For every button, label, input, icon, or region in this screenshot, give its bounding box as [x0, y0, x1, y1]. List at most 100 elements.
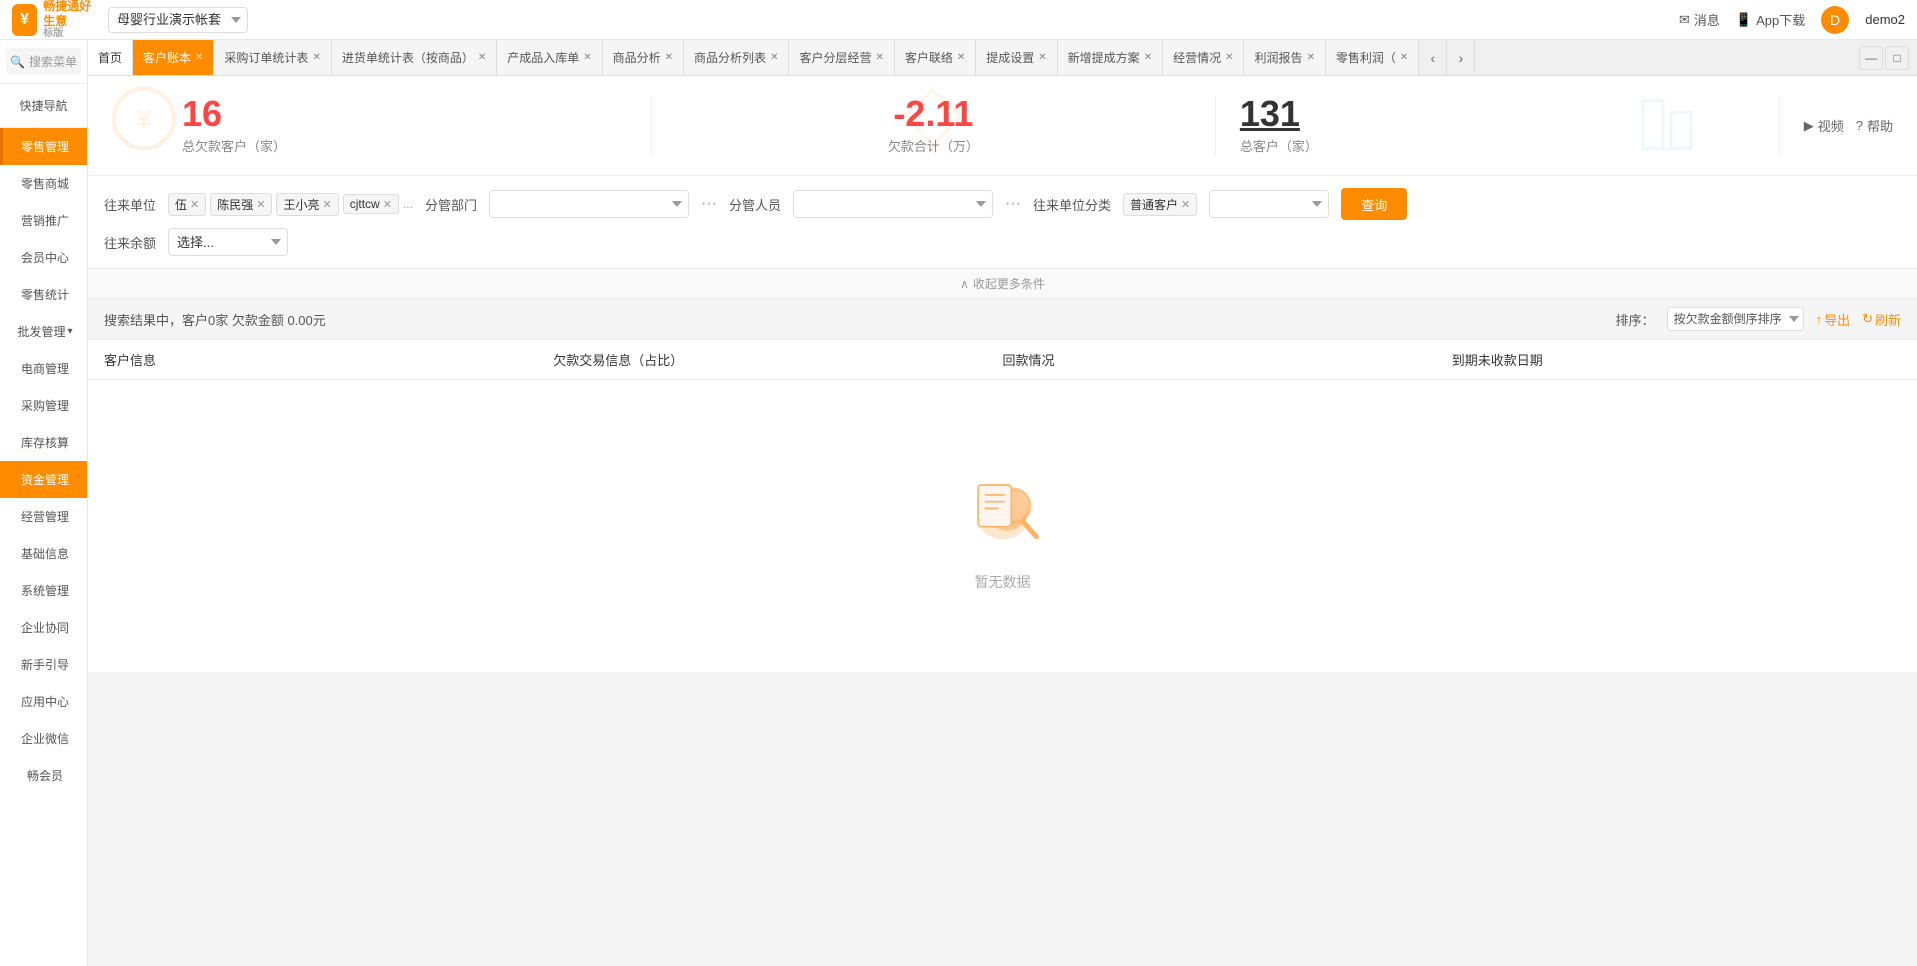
table-empty-state: 暂无数据 [88, 380, 1917, 672]
table-header: 客户信息 欠款交易信息（占比） 回款情况 到期未收款日期 [88, 340, 1917, 380]
query-button[interactable]: 查询 [1341, 188, 1407, 220]
tag-remove-icon[interactable]: ✕ [1181, 198, 1190, 211]
sidebar-item-label: 企业协同 [21, 621, 69, 635]
balance-filter-select[interactable]: 选择... [168, 228, 288, 256]
collapse-label: 收起更多条件 [973, 275, 1045, 292]
sidebar-item-batch-mgmt[interactable]: 批发管理 ▾ [0, 313, 87, 350]
sidebar-item-retail-mgmt[interactable]: 零售管理 [0, 128, 87, 165]
sidebar-item-retail-stats[interactable]: 零售统计 [0, 276, 87, 313]
filter-tag-wang: 王小亮 ✕ [276, 193, 338, 216]
filter-more-dots[interactable]: ... [403, 197, 413, 211]
unit-category-select[interactable] [1209, 190, 1329, 218]
tab-close-icon[interactable]: ✕ [1038, 52, 1046, 63]
sidebar-item-capital-mgmt[interactable]: 资金管理 [0, 461, 87, 498]
tab-close-icon[interactable]: ✕ [665, 52, 673, 63]
tab-customer-segment[interactable]: 客户分层经营 ✕ [789, 40, 894, 75]
tab-product-analysis[interactable]: 商品分析 ✕ [603, 40, 684, 75]
tab-close-icon[interactable]: ✕ [1307, 52, 1315, 63]
tab-close-icon[interactable]: ✕ [312, 52, 320, 63]
tab-close-icon[interactable]: ✕ [770, 52, 778, 63]
tab-maximize-button[interactable]: □ [1885, 46, 1909, 70]
sort-select[interactable]: 按欠款金额倒序排序 [1667, 307, 1804, 331]
video-link[interactable]: ▶ 视频 [1804, 116, 1844, 135]
tab-close-icon[interactable]: ✕ [875, 52, 883, 63]
question-icon: ? [1856, 118, 1863, 133]
tag-value: 陈民强 [217, 196, 253, 213]
tab-close-icon[interactable]: ✕ [957, 52, 965, 63]
refresh-button[interactable]: ↻ 刷新 [1862, 310, 1901, 329]
tag-remove-icon[interactable]: ✕ [256, 198, 265, 211]
tab-purchase-order-stats[interactable]: 采购订单统计表 ✕ [214, 40, 331, 75]
message-button[interactable]: ✉ 消息 [1679, 10, 1720, 29]
sidebar-item-purchase-mgmt[interactable]: 采购管理 [0, 387, 87, 424]
person-filter-select[interactable] [793, 190, 993, 218]
tab-prev-button[interactable]: ‹ [1419, 40, 1447, 75]
dept-filter-select[interactable] [489, 190, 689, 218]
tab-close-icon[interactable]: ✕ [583, 52, 591, 63]
app-download-button[interactable]: 📱 App下载 [1736, 10, 1805, 29]
tab-minimize-button[interactable]: — [1859, 46, 1883, 70]
tab-close-icon[interactable]: ✕ [1225, 52, 1233, 63]
sidebar-item-label: 系统管理 [21, 584, 69, 598]
sidebar-item-marketing[interactable]: 营销推广 [0, 202, 87, 239]
tab-tips-settings[interactable]: 提成设置 ✕ [976, 40, 1057, 75]
tab-customer-ledger[interactable]: 客户账本 ✕ [133, 40, 214, 75]
tag-remove-icon[interactable]: ✕ [190, 198, 199, 211]
tab-close-icon[interactable]: ✕ [195, 52, 203, 63]
sidebar-item-new-guide[interactable]: 新手引导 [0, 646, 87, 683]
app-download-label: App下载 [1756, 10, 1805, 29]
tag-remove-icon[interactable]: ✕ [383, 198, 392, 211]
sidebar-item-label: 资金管理 [21, 473, 69, 487]
quick-nav-button[interactable]: 快捷导航 [6, 92, 81, 119]
tab-close-icon[interactable]: ✕ [1144, 52, 1152, 63]
sidebar-item-enterprise[interactable]: 企业协同 [0, 609, 87, 646]
sidebar-item-label: 会员中心 [21, 251, 69, 265]
tab-close-icon[interactable]: ✕ [478, 52, 486, 63]
export-label: 导出 [1824, 310, 1850, 329]
collapse-button[interactable]: ∧ 收起更多条件 [960, 275, 1045, 292]
sidebar-item-label: 零售统计 [21, 288, 69, 302]
tab-purchase-stats[interactable]: 进货单统计表（按商品） ✕ [332, 40, 497, 75]
collapse-bar: ∧ 收起更多条件 [88, 269, 1917, 299]
tab-bar-actions: — □ [1851, 40, 1917, 75]
content-area: 首页 客户账本 ✕ 采购订单统计表 ✕ 进货单统计表（按商品） ✕ 产成品入库单… [88, 40, 1917, 966]
sidebar-item-ops-mgmt[interactable]: 经营管理 [0, 498, 87, 535]
workspace-selector[interactable]: 母婴行业演示帐套 [100, 7, 1679, 33]
sidebar-item-enterprise-wechat[interactable]: 企业微信 [0, 720, 87, 757]
sidebar-item-sys-mgmt[interactable]: 系统管理 [0, 572, 87, 609]
tab-label: 新增提成方案 [1068, 49, 1140, 66]
tab-product-storage[interactable]: 产成品入库单 ✕ [497, 40, 602, 75]
data-table: 客户信息 欠款交易信息（占比） 回款情况 到期未收款日期 [88, 340, 1917, 672]
svg-text:D: D [1830, 12, 1840, 28]
sidebar-item-ecomm-mgmt[interactable]: 电商管理 [0, 350, 87, 387]
sidebar-item-label: 营销推广 [21, 214, 69, 228]
tab-product-analysis-list[interactable]: 商品分析列表 ✕ [684, 40, 789, 75]
tag-remove-icon[interactable]: ✕ [323, 198, 332, 211]
chevron-down-icon: ▾ [67, 326, 72, 337]
sidebar-item-retail-mall[interactable]: 零售商城 [0, 165, 87, 202]
tab-ops-situation[interactable]: 经营情况 ✕ [1163, 40, 1244, 75]
app-sub: 标版 [43, 28, 100, 40]
sidebar-item-vip-member[interactable]: 畅会员 [0, 757, 87, 794]
tab-customer-contact[interactable]: 客户联络 ✕ [895, 40, 976, 75]
tab-retail-profit[interactable]: 零售利润（ ✕ [1326, 40, 1419, 75]
sidebar-item-label: 基础信息 [21, 547, 69, 561]
tab-profit-report[interactable]: 利润报告 ✕ [1244, 40, 1325, 75]
help-link[interactable]: ? 帮助 [1856, 116, 1893, 135]
search-menu-button[interactable]: 🔍 搜索菜单 [6, 48, 81, 75]
filter-tag-wu: 伍 ✕ [168, 193, 206, 216]
sidebar-item-basic-info[interactable]: 基础信息 [0, 535, 87, 572]
sidebar-item-label: 零售商城 [21, 177, 69, 191]
sidebar-item-app-center[interactable]: 应用中心 [0, 683, 87, 720]
tab-home[interactable]: 首页 [88, 40, 133, 75]
refresh-icon: ↻ [1862, 311, 1873, 327]
sidebar-item-inventory[interactable]: 库存核算 [0, 424, 87, 461]
sidebar-item-member-center[interactable]: 会员中心 [0, 239, 87, 276]
stats-actions: ▶ 视频 ? 帮助 [1804, 96, 1893, 155]
export-link[interactable]: ↑ 导出 [1816, 310, 1851, 329]
filter-tag-chen: 陈民强 ✕ [210, 193, 272, 216]
workspace-select[interactable]: 母婴行业演示帐套 [108, 7, 248, 33]
tab-close-icon[interactable]: ✕ [1400, 52, 1408, 63]
tab-new-plan[interactable]: 新增提成方案 ✕ [1058, 40, 1163, 75]
tab-next-button[interactable]: › [1447, 40, 1475, 75]
